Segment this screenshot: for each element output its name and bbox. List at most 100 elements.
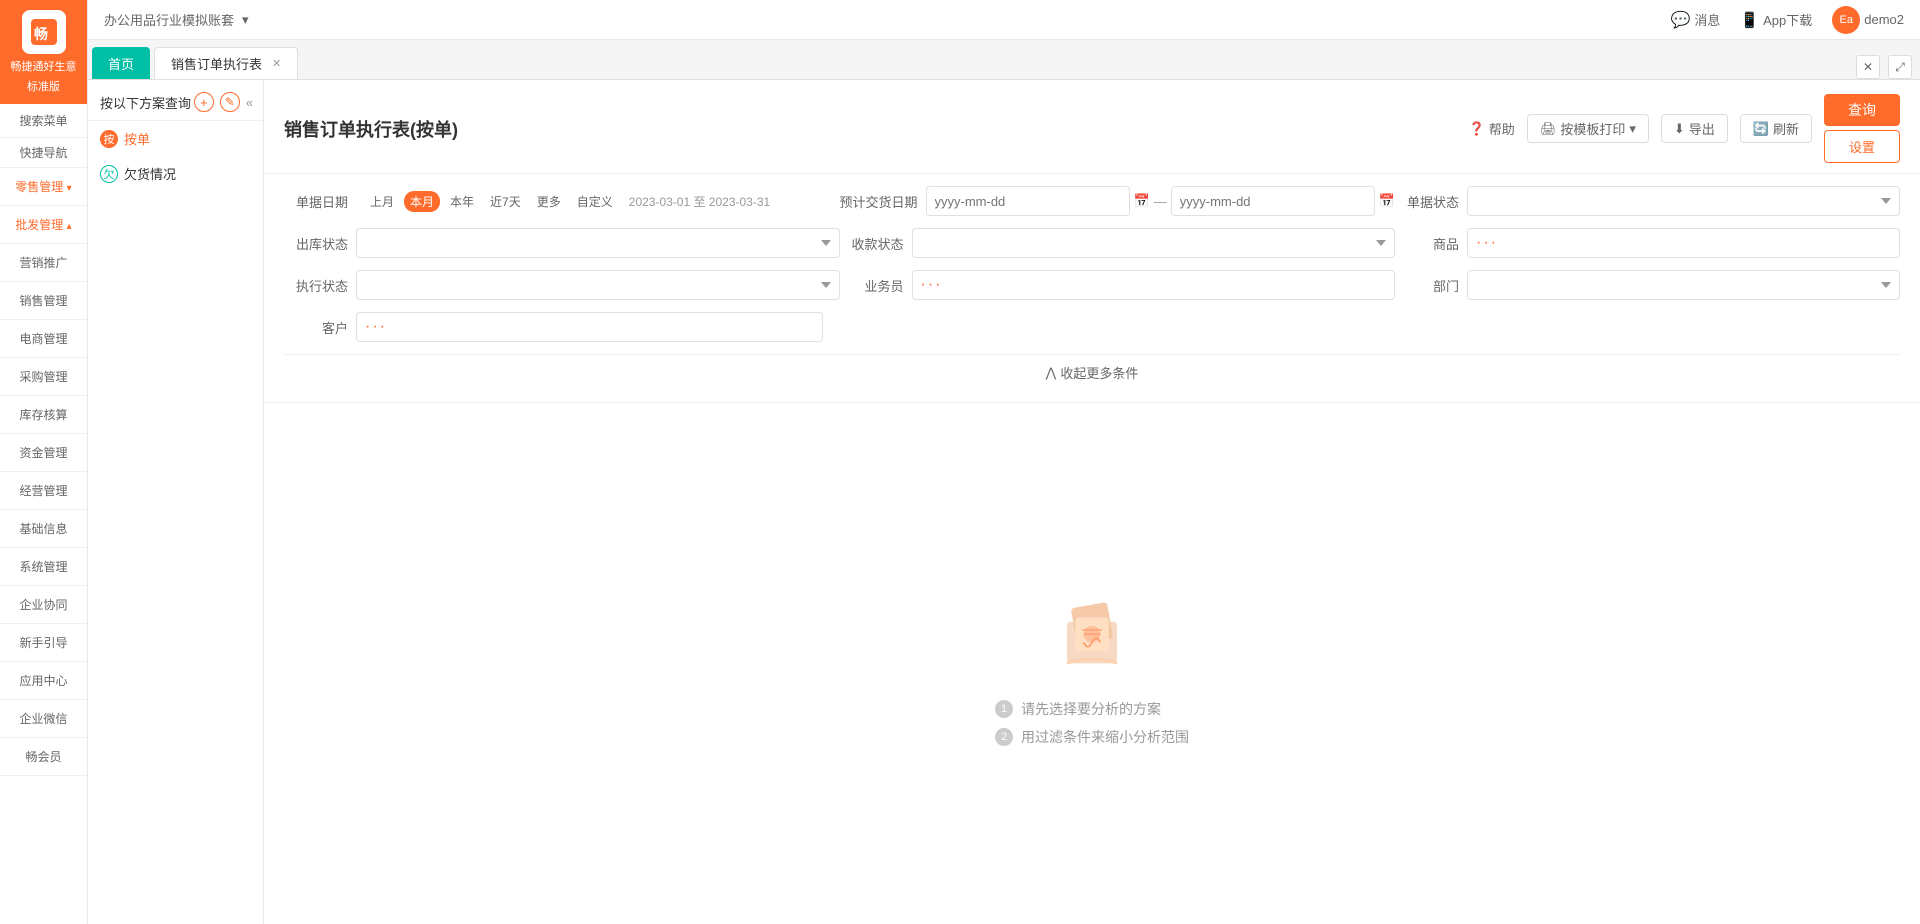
sidebar-logo[interactable]: 畅 畅捷通好生意 标准版 [0, 0, 87, 104]
help-icon: ❓ [1469, 121, 1485, 137]
salesperson-input-wrap: ··· [912, 270, 1396, 300]
app-version: 标准版 [27, 78, 60, 94]
expand-icon: ▾ [67, 183, 72, 194]
filter-delivery-field: 预计交货日期 📅 — 📅 [840, 186, 1396, 216]
app-name: 畅捷通好生意 [11, 58, 77, 74]
customer-more-icon[interactable]: ··· [365, 318, 387, 336]
sidebar-item-wholesale[interactable]: 批发管理 ▴ [0, 206, 87, 244]
shipment-select[interactable] [356, 228, 840, 258]
page-title-bar: 销售订单执行表(按单) ❓ 帮助 🖨 按模板打印 ▾ ⬇ 导出 [264, 80, 1920, 174]
payment-select[interactable] [912, 228, 1396, 258]
print-label: 按模板打印 [1560, 119, 1625, 138]
filter-product-field: 商品 ··· [1395, 228, 1900, 258]
edit-scheme-button[interactable]: ✎ [220, 92, 240, 112]
sidebar-item-marketing[interactable]: 营销推广 [0, 244, 87, 282]
product-more-icon[interactable]: ··· [1476, 234, 1498, 252]
sidebar-item-purchase[interactable]: 采购管理 [0, 358, 87, 396]
breadcrumb-expand-icon[interactable]: ▾ [242, 12, 249, 28]
product-label: 商品 [1395, 234, 1467, 253]
tab-home[interactable]: 首页 [92, 47, 150, 79]
salesperson-more-icon[interactable]: ··· [921, 276, 943, 294]
scheme-icon-outline: 欠 [100, 165, 118, 183]
message-icon: 💬 [1670, 10, 1690, 30]
department-select-wrap [1467, 270, 1900, 300]
sidebar-item-sales[interactable]: 销售管理 [0, 282, 87, 320]
delivery-label: 预计交货日期 [840, 192, 926, 211]
collapse-scheme-button[interactable]: « [246, 95, 253, 110]
filter-execution-field: 执行状态 [284, 270, 840, 300]
sidebar-item-newbie[interactable]: 新手引导 [0, 624, 87, 662]
shipment-label: 出库状态 [284, 234, 356, 253]
empty-tips: 1 请先选择要分析的方案 2 用过滤条件来缩小分析范围 [995, 699, 1189, 747]
sidebar-item-corp-wechat[interactable]: 企业微信 [0, 700, 87, 738]
scheme-item-by-order[interactable]: 按 按单 [88, 121, 263, 156]
date-tab-this-year[interactable]: 本年 [444, 191, 480, 212]
export-button[interactable]: ⬇ 导出 [1661, 114, 1728, 143]
date-tab-7days[interactable]: 近7天 [484, 191, 527, 212]
logo-icon: 畅 [22, 10, 66, 54]
sidebar-item-inventory[interactable]: 库存核算 [0, 396, 87, 434]
scheme-label-by-order: 按单 [124, 129, 150, 148]
date-tab-this-month[interactable]: 本月 [404, 191, 440, 212]
collapse-up-icon: ⋀ [1046, 365, 1057, 381]
delivery-start-input[interactable] [926, 186, 1130, 216]
sidebar-quick-nav[interactable]: 快捷导航 [0, 138, 87, 168]
date-tab-last-month[interactable]: 上月 [364, 191, 400, 212]
message-button[interactable]: 💬 消息 [1670, 10, 1720, 30]
order-status-select[interactable] [1467, 186, 1900, 216]
print-icon: 🖨 [1540, 121, 1557, 137]
user-profile[interactable]: Ea demo2 [1832, 6, 1904, 34]
sidebar-item-retail[interactable]: 零售管理 ▾ [0, 168, 87, 206]
tab-sales-order[interactable]: 销售订单执行表 ✕ [154, 47, 298, 79]
refresh-button[interactable]: 🔄 刷新 [1740, 114, 1812, 143]
department-select[interactable] [1467, 270, 1900, 300]
sidebar-item-basic[interactable]: 基础信息 [0, 510, 87, 548]
query-settings-group: 查询 设置 [1824, 94, 1900, 163]
order-status-label: 单据状态 [1395, 192, 1467, 211]
payment-label: 收款状态 [840, 234, 912, 253]
filter-scheme-panel: 按以下方案查询 + ✎ « 按 按单 欠 欠货情况 [88, 80, 264, 924]
sidebar-item-ecommerce[interactable]: 电商管理 [0, 320, 87, 358]
username: demo2 [1864, 12, 1904, 27]
app-download-button[interactable]: 📱 App下载 [1740, 10, 1812, 29]
date-tab-more[interactable]: 更多 [531, 191, 567, 212]
refresh-icon: 🔄 [1753, 121, 1769, 137]
add-scheme-button[interactable]: + [194, 92, 214, 112]
tab-close-icon[interactable]: ✕ [272, 57, 281, 70]
breadcrumb[interactable]: 办公用品行业模拟账套 ▾ [104, 10, 249, 29]
filter-row-4: 客户 ··· [284, 312, 1900, 342]
filter-customer-field: 客户 ··· [284, 312, 823, 342]
sidebar-item-finance[interactable]: 资金管理 [0, 434, 87, 472]
sidebar-item-apps[interactable]: 应用中心 [0, 662, 87, 700]
settings-button[interactable]: 设置 [1824, 130, 1900, 163]
print-button[interactable]: 🖨 按模板打印 ▾ [1527, 114, 1649, 143]
tab-maximize-button[interactable]: ⤢ [1888, 55, 1912, 79]
delivery-end-input[interactable] [1171, 186, 1375, 216]
customer-input-wrap: ··· [356, 312, 823, 342]
scheme-item-arrears[interactable]: 欠 欠货情况 [88, 156, 263, 191]
page-content: 按以下方案查询 + ✎ « 按 按单 欠 欠货情况 销售订单执行表(按单) [88, 80, 1920, 924]
filter-scheme-header: 按以下方案查询 + ✎ « [88, 80, 263, 121]
sidebar-search[interactable]: 搜索菜单 [0, 104, 87, 138]
calendar-icon-end[interactable]: 📅 [1379, 193, 1395, 209]
filter-payment-field: 收款状态 [840, 228, 1396, 258]
query-button[interactable]: 查询 [1824, 94, 1900, 126]
help-button[interactable]: ❓ 帮助 [1469, 119, 1515, 138]
collapse-filter-button[interactable]: ⋀ 收起更多条件 [284, 354, 1900, 390]
calendar-icon-start[interactable]: 📅 [1134, 193, 1150, 209]
expand-icon: ▴ [67, 221, 72, 232]
filter-order-status-field: 单据状态 [1395, 186, 1900, 216]
filter-scheme-actions: + ✎ « [194, 92, 253, 112]
tab-close-button[interactable]: ✕ [1856, 55, 1880, 79]
sidebar-item-member[interactable]: 畅会员 [0, 738, 87, 776]
sidebar-item-system[interactable]: 系统管理 [0, 548, 87, 586]
filter-department-field: 部门 [1395, 270, 1900, 300]
tabs-bar-right: ✕ ⤢ [1856, 55, 1920, 79]
scheme-label-arrears: 欠货情况 [124, 164, 176, 183]
delivery-date-range: 📅 — 📅 [926, 186, 1395, 216]
date-tab-custom[interactable]: 自定义 [571, 191, 619, 212]
sidebar-item-enterprise[interactable]: 企业协同 [0, 586, 87, 624]
date-separator: — [1154, 194, 1167, 209]
sidebar-item-operation[interactable]: 经营管理 [0, 472, 87, 510]
execution-select[interactable] [356, 270, 840, 300]
